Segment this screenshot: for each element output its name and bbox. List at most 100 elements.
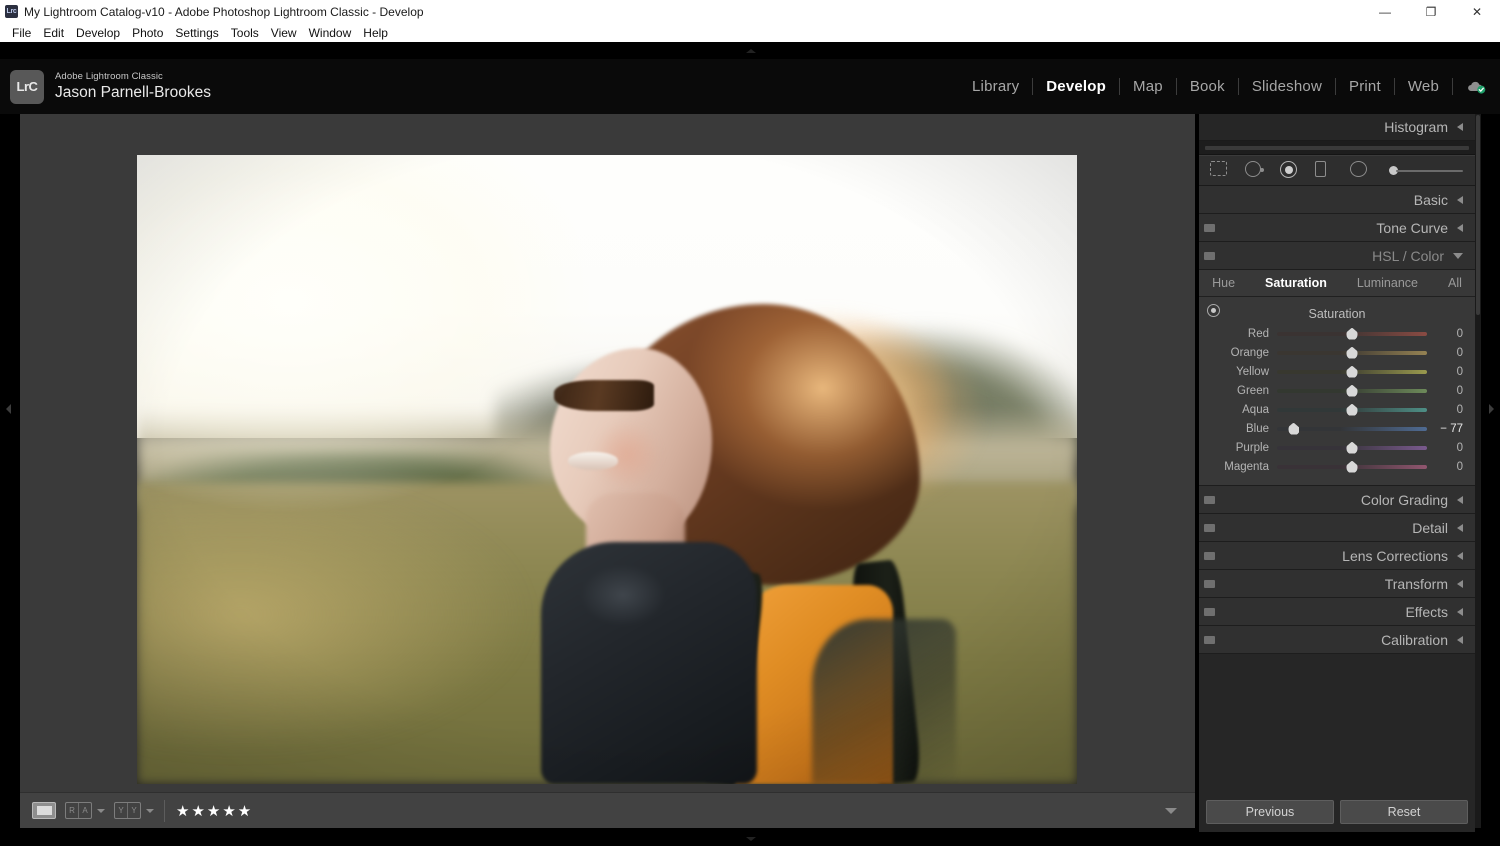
module-library[interactable]: Library: [959, 78, 1032, 95]
effects-enable-switch[interactable]: [1204, 607, 1215, 616]
panel-basic-header[interactable]: Basic: [1199, 186, 1475, 214]
compare-view-icon[interactable]: R A: [65, 802, 92, 819]
module-map[interactable]: Map: [1120, 78, 1176, 95]
close-button[interactable]: ✕: [1454, 0, 1500, 23]
saturation-slider-knob[interactable]: [1346, 460, 1358, 473]
saturation-slider-track[interactable]: [1277, 383, 1427, 399]
lens-corrections-enable-switch[interactable]: [1204, 551, 1215, 560]
detail-enable-switch[interactable]: [1204, 523, 1215, 532]
saturation-slider-value[interactable]: 0: [1427, 366, 1469, 378]
toolbar-options-caret-icon[interactable]: [1165, 807, 1177, 814]
cloud-sync-icon[interactable]: [1466, 79, 1486, 95]
collapse-arrow-icon[interactable]: [1457, 195, 1463, 204]
panel-calibration-header[interactable]: Calibration: [1199, 626, 1475, 654]
tab-saturation[interactable]: Saturation: [1250, 276, 1342, 290]
saturation-slider-knob[interactable]: [1346, 327, 1358, 340]
collapse-arrow-icon[interactable]: [1457, 551, 1463, 560]
saturation-slider-value[interactable]: − 77: [1427, 423, 1469, 435]
red-eye-icon[interactable]: [1280, 161, 1299, 180]
crop-icon[interactable]: [1210, 161, 1229, 180]
top-panel-collapse-arrow[interactable]: [745, 44, 756, 58]
color-grading-enable-switch[interactable]: [1204, 495, 1215, 504]
panel-transform-header[interactable]: Transform: [1199, 570, 1475, 598]
rating-stars[interactable]: ★★★★★: [176, 802, 253, 820]
menu-develop[interactable]: Develop: [70, 26, 126, 40]
module-slideshow[interactable]: Slideshow: [1239, 78, 1335, 95]
saturation-slider-knob[interactable]: [1346, 384, 1358, 397]
survey-view-caret-icon[interactable]: [146, 808, 154, 813]
panel-detail-header[interactable]: Detail: [1199, 514, 1475, 542]
compare-view-caret-icon[interactable]: [97, 808, 105, 813]
saturation-slider-value[interactable]: 0: [1427, 404, 1469, 416]
panel-hsl-color-header[interactable]: HSL / Color: [1199, 242, 1475, 270]
menu-photo[interactable]: Photo: [126, 26, 169, 40]
panel-color-grading-header[interactable]: Color Grading: [1199, 486, 1475, 514]
spot-removal-icon[interactable]: [1245, 161, 1264, 180]
saturation-slider-knob[interactable]: [1346, 365, 1358, 378]
photo-canvas[interactable]: [137, 155, 1077, 784]
radial-filter-icon[interactable]: [1350, 161, 1369, 180]
panel-histogram-header[interactable]: Histogram: [1199, 114, 1475, 141]
panel-lens-corrections-header[interactable]: Lens Corrections: [1199, 542, 1475, 570]
saturation-slider-track[interactable]: [1277, 459, 1427, 475]
tab-all[interactable]: All: [1433, 276, 1477, 290]
right-panel-scrollbar[interactable]: [1475, 114, 1481, 828]
saturation-slider-knob[interactable]: [1288, 422, 1299, 435]
saturation-slider-track[interactable]: [1277, 402, 1427, 418]
menu-tools[interactable]: Tools: [225, 26, 265, 40]
minimize-button[interactable]: —: [1362, 0, 1408, 23]
saturation-slider-value[interactable]: 0: [1427, 385, 1469, 397]
module-web[interactable]: Web: [1395, 78, 1452, 95]
menu-file[interactable]: File: [6, 26, 37, 40]
saturation-slider-value[interactable]: 0: [1427, 461, 1469, 473]
menu-settings[interactable]: Settings: [169, 26, 224, 40]
menu-view[interactable]: View: [265, 26, 303, 40]
collapse-arrow-icon[interactable]: [1457, 579, 1463, 588]
loupe-view-icon[interactable]: [32, 802, 56, 819]
transform-enable-switch[interactable]: [1204, 579, 1215, 588]
tab-hue[interactable]: Hue: [1197, 276, 1250, 290]
target-adjustment-icon[interactable]: [1207, 304, 1220, 317]
menu-window[interactable]: Window: [303, 26, 358, 40]
saturation-slider-track[interactable]: [1277, 421, 1427, 437]
collapse-arrow-icon[interactable]: [1457, 607, 1463, 616]
panel-effects-header[interactable]: Effects: [1199, 598, 1475, 626]
menu-help[interactable]: Help: [357, 26, 394, 40]
graduated-filter-icon[interactable]: [1315, 161, 1334, 180]
module-develop[interactable]: Develop: [1033, 78, 1119, 95]
identity-plate[interactable]: LrC Adobe Lightroom Classic Jason Parnel…: [0, 69, 211, 104]
right-panel-collapse-arrow[interactable]: [1487, 402, 1496, 416]
collapse-arrow-icon[interactable]: [1457, 523, 1463, 532]
reset-button[interactable]: Reset: [1340, 800, 1468, 824]
module-print[interactable]: Print: [1336, 78, 1394, 95]
saturation-slider-track[interactable]: [1277, 345, 1427, 361]
saturation-slider-value[interactable]: 0: [1427, 328, 1469, 340]
image-work-area[interactable]: [20, 114, 1195, 792]
menu-edit[interactable]: Edit: [37, 26, 70, 40]
tone-curve-enable-switch[interactable]: [1204, 223, 1215, 232]
hsl-enable-switch[interactable]: [1204, 251, 1215, 260]
expand-arrow-icon[interactable]: [1453, 252, 1463, 259]
histogram-graph[interactable]: [1199, 141, 1475, 155]
saturation-slider-track[interactable]: [1277, 364, 1427, 380]
tool-amount-track[interactable]: [1396, 169, 1463, 172]
tool-amount-slider[interactable]: [1389, 166, 1475, 175]
module-book[interactable]: Book: [1177, 78, 1238, 95]
collapse-arrow-icon[interactable]: [1457, 495, 1463, 504]
maximize-button[interactable]: ❐: [1408, 0, 1454, 23]
calibration-enable-switch[interactable]: [1204, 635, 1215, 644]
survey-view-icon[interactable]: Y Y: [114, 802, 141, 819]
tab-luminance[interactable]: Luminance: [1342, 276, 1433, 290]
saturation-slider-track[interactable]: [1277, 440, 1427, 456]
previous-button[interactable]: Previous: [1206, 800, 1334, 824]
saturation-slider-knob[interactable]: [1346, 441, 1358, 454]
saturation-slider-track[interactable]: [1277, 326, 1427, 342]
collapse-arrow-icon[interactable]: [1457, 223, 1463, 232]
collapse-arrow-icon[interactable]: [1457, 123, 1463, 131]
saturation-slider-value[interactable]: 0: [1427, 442, 1469, 454]
saturation-slider-knob[interactable]: [1346, 346, 1358, 359]
panel-tone-curve-header[interactable]: Tone Curve: [1199, 214, 1475, 242]
left-panel-collapse-arrow[interactable]: [4, 402, 13, 416]
saturation-slider-knob[interactable]: [1346, 403, 1358, 416]
saturation-slider-value[interactable]: 0: [1427, 347, 1469, 359]
